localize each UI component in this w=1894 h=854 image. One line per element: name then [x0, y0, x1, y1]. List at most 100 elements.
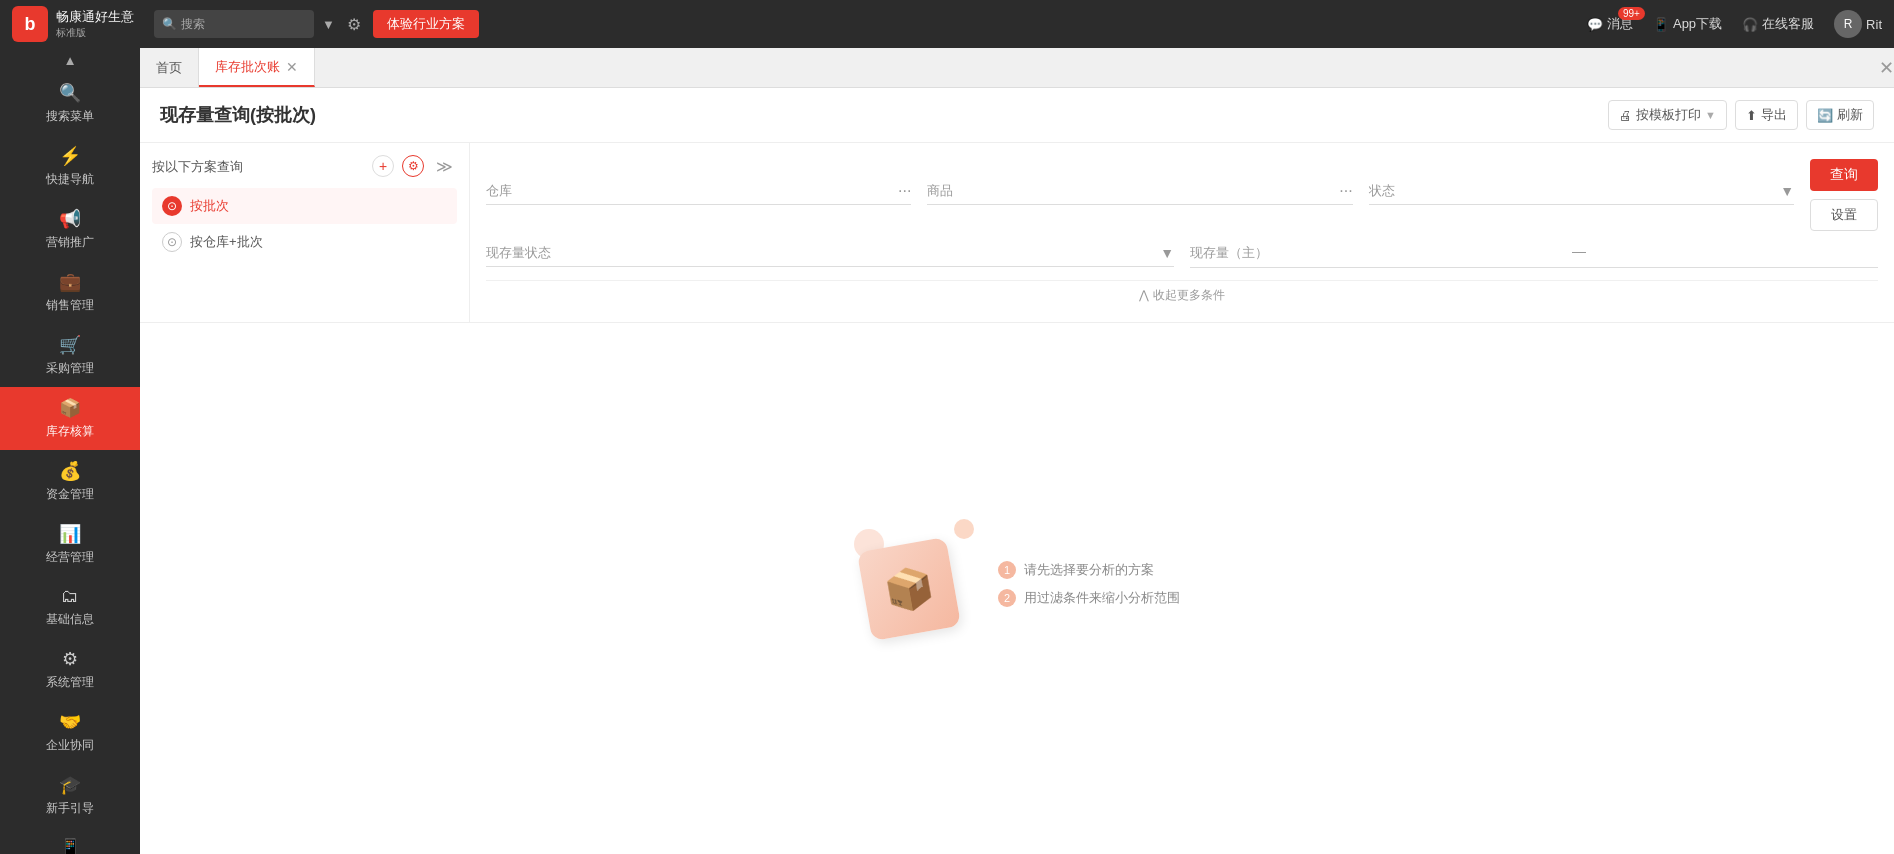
export-btn[interactable]: ⬆ 导出 [1735, 100, 1798, 130]
sidebar-scroll-up[interactable]: ▲ [0, 48, 140, 72]
filter-option-by-batch[interactable]: ⊙ 按批次 [152, 188, 457, 224]
empty-icon: 📦 [880, 561, 937, 616]
stock-status-select-wrap[interactable]: 现存量状态 ▼ [486, 244, 1174, 267]
purchase-icon: 🛒 [59, 334, 81, 356]
filter-panel: 按以下方案查询 + ⚙ ≫ ⊙ 按批次 [140, 143, 1894, 323]
product-more-icon[interactable]: ··· [1339, 182, 1352, 200]
warehouse-input[interactable] [524, 183, 894, 198]
hint-text-1: 请先选择要分析的方案 [1024, 561, 1154, 579]
status-select[interactable] [1403, 183, 1780, 198]
sidebar-item-marketing[interactable]: 📢 营销推广 [0, 198, 140, 261]
batch-option-label: 按批次 [190, 197, 229, 215]
product-input[interactable] [965, 183, 1335, 198]
tab-inventory-batch-label: 库存批次账 [215, 58, 280, 76]
filter-settings-btn[interactable]: 设置 [1810, 199, 1878, 231]
batch-option-icon: ⊙ [162, 196, 182, 216]
filter-left: 按以下方案查询 + ⚙ ≫ ⊙ 按批次 [140, 143, 470, 322]
topbar-chevron-icon[interactable]: ▼ [322, 17, 335, 32]
sidebar-item-quick-nav[interactable]: ⚡ 快捷导航 [0, 135, 140, 198]
hint-num-2: 2 [998, 589, 1016, 607]
avatar: R [1834, 10, 1862, 38]
headset-icon: 🎧 [1742, 17, 1758, 32]
tab-close-icon[interactable]: ✕ [286, 60, 298, 74]
phone-icon: 📱 [1653, 17, 1669, 32]
app-logo: b [12, 6, 48, 42]
apps-icon: 📱 [59, 837, 81, 854]
content-area: 首页 库存批次账 ✕ ✕ 现存量查询(按批次) 🖨 按模板打印 ▼ ⬆ 导出 [140, 48, 1894, 854]
sidebar-items: 🔍 搜索菜单 ⚡ 快捷导航 📢 营销推广 💼 销售管理 🛒 采购管理 📦 [0, 72, 140, 854]
hint-num-1: 1 [998, 561, 1016, 579]
business-icon: 📊 [59, 523, 81, 545]
filter-panel-collapse-btn[interactable]: ≫ [432, 155, 457, 178]
app-brand: 畅康通好生意 [56, 8, 134, 26]
filter-row-1: 仓库 ··· 商品 ··· 状态 [486, 155, 1878, 231]
filter-option-by-warehouse-batch[interactable]: ⊙ 按仓库+批次 [152, 224, 457, 260]
refresh-btn[interactable]: 🔄 刷新 [1806, 100, 1874, 130]
trial-btn[interactable]: 体验行业方案 [373, 10, 479, 38]
print-icon: 🖨 [1619, 108, 1632, 123]
sales-icon: 💼 [59, 271, 81, 293]
user-profile-btn[interactable]: R Rit [1834, 10, 1882, 38]
filter-left-header-label: 按以下方案查询 [152, 158, 243, 176]
page-title: 现存量查询(按批次) [160, 103, 316, 127]
stock-qty-label: 现存量（主） [1190, 244, 1268, 262]
warehouse-more-icon[interactable]: ··· [898, 182, 911, 200]
status-field: 状态 ▼ [1369, 182, 1794, 205]
sidebar-item-newbie[interactable]: 🎓 新手引导 [0, 764, 140, 827]
search-nav-icon: 🔍 [59, 82, 81, 104]
page-header-actions: 🖨 按模板打印 ▼ ⬆ 导出 🔄 刷新 [1608, 100, 1874, 130]
online-service-btn[interactable]: 🎧 在线客服 [1742, 15, 1814, 33]
sidebar-item-apps[interactable]: 📱 应用中心 [0, 827, 140, 854]
warehouse-batch-option-label: 按仓库+批次 [190, 233, 263, 251]
add-scheme-btn[interactable]: + [372, 155, 394, 177]
filter-right: 仓库 ··· 商品 ··· 状态 [470, 143, 1894, 322]
stock-status-label: 现存量状态 [486, 244, 551, 262]
username-label: Rit [1866, 17, 1882, 32]
stock-status-field: 现存量状态 ▼ [486, 244, 1174, 267]
warehouse-batch-option-icon: ⊙ [162, 232, 182, 252]
messages-btn[interactable]: 💬 消息 99+ [1587, 15, 1633, 33]
tab-inventory-batch[interactable]: 库存批次账 ✕ [199, 48, 315, 87]
collapse-more-btn[interactable]: ⋀ 收起更多条件 [486, 280, 1878, 310]
sidebar-item-business[interactable]: 📊 经营管理 [0, 513, 140, 576]
topbar-search[interactable]: 🔍 搜索 [154, 10, 314, 38]
sidebar-item-inventory[interactable]: 📦 库存核算 [0, 387, 140, 450]
status-select-wrap[interactable]: 状态 ▼ [1369, 182, 1794, 205]
quick-nav-icon: ⚡ [59, 145, 81, 167]
export-icon: ⬆ [1746, 108, 1757, 123]
product-field-label: 商品 [927, 182, 953, 200]
topbar-gear-icon[interactable]: ⚙ [347, 15, 361, 34]
main-layout: ▲ 🔍 搜索菜单 ⚡ 快捷导航 📢 营销推广 💼 销售管理 🛒 采购管理 [0, 48, 1894, 854]
refresh-icon: 🔄 [1817, 108, 1833, 123]
collab-icon: 🤝 [59, 711, 81, 733]
filter-actions: 查询 设置 [1810, 155, 1878, 231]
hint-text-2: 用过滤条件来缩小分析范围 [1024, 589, 1180, 607]
sidebar-item-sales[interactable]: 💼 销售管理 [0, 261, 140, 324]
sidebar-item-system[interactable]: ⚙ 系统管理 [0, 638, 140, 701]
app-download-btn[interactable]: 📱 App下载 [1653, 15, 1722, 33]
stock-status-select[interactable] [559, 246, 1160, 261]
base-icon: 🗂 [61, 586, 79, 607]
sidebar-item-finance[interactable]: 💰 资金管理 [0, 450, 140, 513]
query-btn[interactable]: 查询 [1810, 159, 1878, 191]
newbie-icon: 🎓 [59, 774, 81, 796]
tab-home[interactable]: 首页 [140, 48, 199, 87]
app-version: 标准版 [56, 26, 118, 40]
stock-qty-from[interactable] [1280, 246, 1568, 261]
empty-icon-box: 📦 [857, 536, 961, 640]
product-field: 商品 ··· [927, 182, 1352, 205]
status-chevron-icon: ▼ [1780, 183, 1794, 199]
panel-close-btn[interactable]: ✕ [1879, 57, 1894, 79]
stock-qty-to[interactable] [1590, 246, 1878, 261]
scheme-settings-btn[interactable]: ⚙ [402, 155, 424, 177]
print-btn[interactable]: 🖨 按模板打印 ▼ [1608, 100, 1727, 130]
sidebar-item-collab[interactable]: 🤝 企业协同 [0, 701, 140, 764]
sidebar-item-search[interactable]: 🔍 搜索菜单 [0, 72, 140, 135]
empty-state: 📦 1 请先选择要分析的方案 2 用过滤条件来缩小分析范围 [140, 323, 1894, 854]
scheme-settings-icon: ⚙ [408, 159, 419, 173]
sidebar-item-purchase[interactable]: 🛒 采购管理 [0, 324, 140, 387]
system-icon: ⚙ [62, 648, 78, 670]
sidebar-item-base[interactable]: 🗂 基础信息 [0, 576, 140, 638]
stock-status-chevron-icon: ▼ [1160, 245, 1174, 261]
messages-badge: 99+ [1618, 7, 1645, 20]
